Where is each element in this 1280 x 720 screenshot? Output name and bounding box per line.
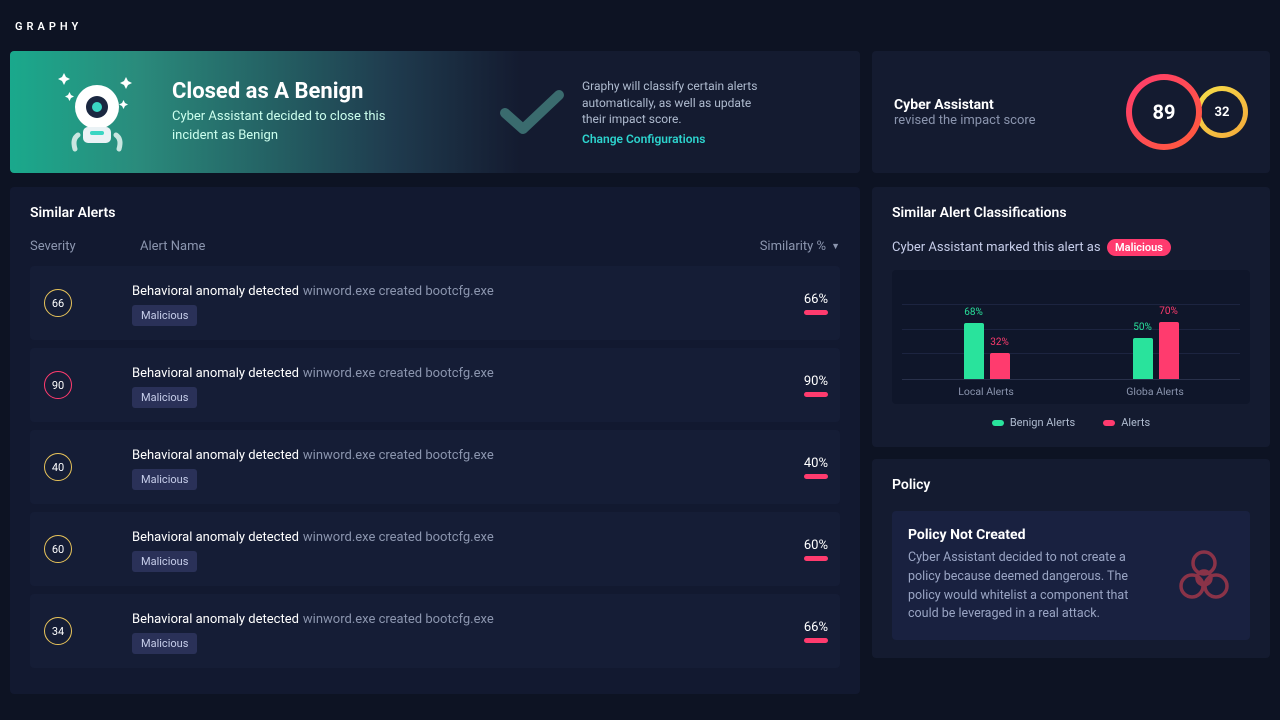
- severity-badge: 40: [44, 453, 72, 481]
- policy-title: Policy Not Created: [908, 527, 1160, 543]
- col-name[interactable]: Alert Name: [140, 239, 740, 254]
- score-new: 32: [1201, 91, 1243, 133]
- legend-alerts: Alerts: [1103, 416, 1150, 429]
- alert-detail: winword.exe created bootcfg.exe: [303, 366, 494, 381]
- classification-chart: 68% 32% 50% 70% Local Alerts Globa Alerts: [892, 270, 1250, 404]
- banner-description: Graphy will classify certain alerts auto…: [582, 78, 772, 128]
- alert-tag: Malicious: [132, 633, 197, 654]
- alert-title: Behavioral anomaly detected: [132, 366, 299, 381]
- alert-title: Behavioral anomaly detected: [132, 530, 299, 545]
- similarity-bar: [804, 392, 828, 397]
- alert-detail: winword.exe created bootcfg.exe: [303, 284, 494, 299]
- score-ring-old: 89: [1126, 74, 1202, 150]
- banner-subtitle: Cyber Assistant decided to close this in…: [172, 108, 392, 144]
- classifications-panel: Similar Alert Classifications Cyber Assi…: [872, 187, 1270, 447]
- bar-value-label: 70%: [1159, 306, 1178, 317]
- classification-text: Cyber Assistant marked this alert as: [892, 240, 1101, 255]
- severity-badge: 34: [44, 617, 72, 645]
- similarity-bar: [804, 638, 828, 643]
- status-banner: Closed as A Benign Cyber Assistant decid…: [10, 51, 860, 173]
- alert-detail: winword.exe created bootcfg.exe: [303, 530, 494, 545]
- bar: 32%: [990, 353, 1010, 379]
- similarity-bar: [804, 474, 828, 479]
- bar: 68%: [964, 323, 984, 379]
- similarity-value: 40%: [748, 456, 828, 471]
- impact-card: Cyber Assistant revised the impact score…: [872, 51, 1270, 173]
- alert-title: Behavioral anomaly detected: [132, 612, 299, 627]
- bar-value-label: 32%: [990, 337, 1009, 348]
- table-row[interactable]: 60 Behavioral anomaly detected winword.ex…: [30, 512, 840, 586]
- impact-title: Cyber Assistant: [894, 97, 1126, 113]
- bar-group: 50% 70%: [1133, 322, 1179, 379]
- alert-detail: winword.exe created bootcfg.exe: [303, 612, 494, 627]
- check-icon: [492, 87, 572, 137]
- change-config-link[interactable]: Change Configurations: [582, 132, 772, 146]
- alert-detail: winword.exe created bootcfg.exe: [303, 448, 494, 463]
- sort-desc-icon: ▼: [831, 241, 840, 252]
- bar-group: 68% 32%: [964, 323, 1010, 379]
- alert-title: Behavioral anomaly detected: [132, 448, 299, 463]
- alert-title: Behavioral anomaly detected: [132, 284, 299, 299]
- bar-value-label: 68%: [964, 307, 983, 318]
- legend-benign: Benign Alerts: [992, 416, 1075, 429]
- table-row[interactable]: 66 Behavioral anomaly detected winword.ex…: [30, 266, 840, 340]
- bar: 50%: [1133, 338, 1153, 379]
- similarity-value: 90%: [748, 374, 828, 389]
- classifications-title: Similar Alert Classifications: [892, 205, 1250, 221]
- table-row[interactable]: 90 Behavioral anomaly detected winword.ex…: [30, 348, 840, 422]
- policy-description: Cyber Assistant decided to not create a …: [908, 549, 1160, 624]
- alert-tag: Malicious: [132, 387, 197, 408]
- similarity-value: 66%: [748, 620, 828, 635]
- similar-alerts-panel: Similar Alerts Severity Alert Name Simil…: [10, 187, 860, 694]
- banner-title: Closed as A Benign: [172, 79, 492, 104]
- alert-tag: Malicious: [132, 551, 197, 572]
- alerts-title: Similar Alerts: [30, 205, 840, 221]
- table-row[interactable]: 40 Behavioral anomaly detected winword.ex…: [30, 430, 840, 504]
- col-similarity[interactable]: Similarity % ▼: [740, 239, 840, 254]
- app-name: GRAPHY: [15, 20, 1265, 33]
- severity-badge: 90: [44, 371, 72, 399]
- robot-icon: [32, 69, 162, 155]
- impact-subtitle: revised the impact score: [894, 113, 1126, 128]
- policy-panel: Policy Policy Not Created Cyber Assistan…: [872, 459, 1270, 658]
- axis-label: Globa Alerts: [1126, 385, 1184, 398]
- similarity-value: 66%: [748, 292, 828, 307]
- policy-section-title: Policy: [892, 477, 1250, 493]
- similarity-bar: [804, 310, 828, 315]
- table-row[interactable]: 34 Behavioral anomaly detected winword.ex…: [30, 594, 840, 668]
- axis-label: Local Alerts: [958, 385, 1014, 398]
- bar-value-label: 50%: [1133, 322, 1152, 333]
- score-old: 89: [1132, 80, 1196, 144]
- score-ring-new: 32: [1196, 86, 1248, 138]
- alert-tag: Malicious: [132, 305, 197, 326]
- severity-badge: 60: [44, 535, 72, 563]
- alert-tag: Malicious: [132, 469, 197, 490]
- malicious-tag: Malicious: [1107, 239, 1171, 256]
- col-severity[interactable]: Severity: [30, 239, 140, 254]
- bar: 70%: [1159, 322, 1179, 379]
- similarity-bar: [804, 556, 828, 561]
- similarity-value: 60%: [748, 538, 828, 553]
- severity-badge: 66: [44, 289, 72, 317]
- biohazard-icon: [1174, 527, 1234, 624]
